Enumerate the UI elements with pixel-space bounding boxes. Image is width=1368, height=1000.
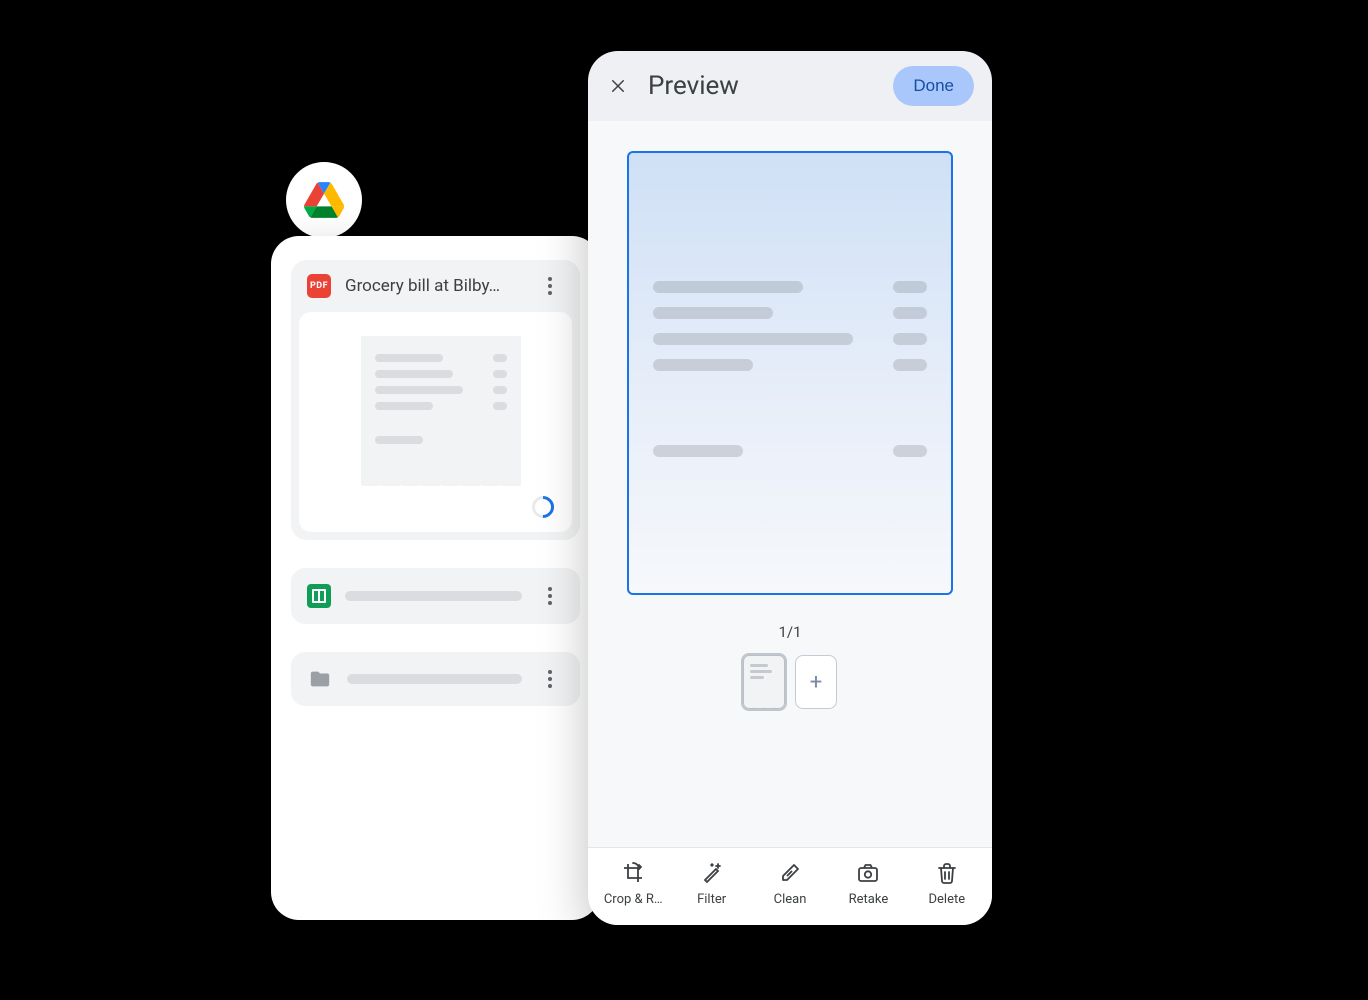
- google-drive-icon: [304, 182, 344, 218]
- tool-label: Clean: [774, 892, 807, 907]
- preview-toolbar: Crop & R… Filter Clean Retake Delete: [588, 847, 992, 925]
- folder-icon: [307, 668, 333, 690]
- file-title: Grocery bill at Bilby…: [345, 276, 522, 296]
- close-icon: [609, 77, 627, 95]
- file-thumbnail: [299, 312, 572, 532]
- page-thumbnail-row: +: [743, 655, 837, 709]
- tool-label: Filter: [697, 892, 726, 907]
- file-more-button[interactable]: [536, 587, 564, 605]
- magic-wand-icon: [699, 860, 725, 886]
- drive-badge: [286, 162, 362, 238]
- done-button[interactable]: Done: [893, 66, 974, 106]
- filter-button[interactable]: Filter: [672, 860, 750, 907]
- scan-preview-panel: Preview Done 1/1 +: [588, 51, 992, 925]
- eraser-icon: [777, 860, 803, 886]
- sheets-icon: [307, 584, 331, 608]
- tool-label: Crop & R…: [604, 892, 663, 907]
- close-button[interactable]: [606, 74, 630, 98]
- retake-button[interactable]: Retake: [829, 860, 907, 907]
- clean-button[interactable]: Clean: [751, 860, 829, 907]
- receipt-illustration: [361, 336, 521, 486]
- file-title-placeholder: [347, 674, 522, 684]
- file-more-button[interactable]: [536, 277, 564, 295]
- preview-title: Preview: [648, 71, 875, 101]
- tool-label: Retake: [849, 892, 889, 907]
- file-title-placeholder: [345, 591, 522, 601]
- file-tile-folder[interactable]: [291, 652, 580, 706]
- camera-icon: [855, 860, 881, 886]
- drive-file-list-card: PDF Grocery bill at Bilby…: [271, 236, 600, 920]
- tool-label: Delete: [929, 892, 966, 907]
- page-indicator: 1/1: [778, 623, 801, 641]
- file-tile-sheets[interactable]: [291, 568, 580, 624]
- crop-rotate-icon: [620, 860, 646, 886]
- preview-header: Preview Done: [588, 51, 992, 121]
- add-page-button[interactable]: +: [795, 655, 837, 709]
- pdf-icon: PDF: [307, 274, 331, 298]
- delete-button[interactable]: Delete: [908, 860, 986, 907]
- file-more-button[interactable]: [536, 670, 564, 688]
- trash-icon: [934, 860, 960, 886]
- crop-rotate-button[interactable]: Crop & R…: [594, 860, 672, 907]
- upload-spinner-icon: [527, 491, 558, 522]
- file-tile-pdf[interactable]: PDF Grocery bill at Bilby…: [291, 260, 580, 540]
- scan-preview-frame[interactable]: [627, 151, 953, 595]
- page-thumbnail[interactable]: [743, 655, 785, 709]
